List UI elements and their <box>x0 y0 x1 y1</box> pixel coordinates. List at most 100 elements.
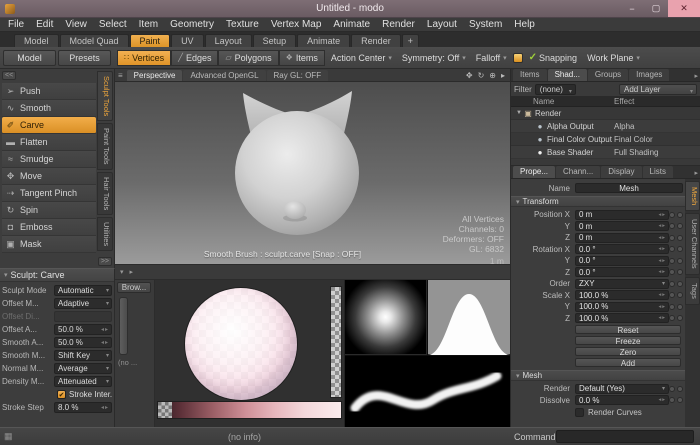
property-field[interactable]: 50.0 % <box>54 324 112 335</box>
layout-tab[interactable]: Model <box>14 34 59 47</box>
channel-field[interactable]: 100.0 % <box>575 302 669 312</box>
menu-item[interactable]: Item <box>133 19 164 30</box>
menu-item[interactable]: Texture <box>220 19 265 30</box>
viewport-menu-icon[interactable]: ≡ <box>118 71 123 80</box>
browser-scrollbar[interactable] <box>119 297 128 355</box>
zoom-icon[interactable]: ⊕ <box>489 71 496 80</box>
component-mode-button[interactable]: ╱ Edges <box>171 50 218 66</box>
shader-tree-row[interactable]: ● Base Shader Full Shading <box>511 146 700 159</box>
channel-field[interactable]: 0.0 ° <box>575 267 669 277</box>
minimize-button[interactable]: − <box>620 0 644 17</box>
channel-mini-buttons[interactable] <box>669 258 683 264</box>
tool-button[interactable]: ↻ Spin <box>2 202 96 219</box>
symmetry-dropdown[interactable]: Symmetry: Off <box>398 50 470 66</box>
layout-tab[interactable]: Animate <box>297 34 350 47</box>
viewport-tab[interactable]: Advanced OpenGL <box>183 70 265 81</box>
layout-tab[interactable]: Paint <box>130 34 171 47</box>
transform-section-header[interactable]: ▾ Transform <box>511 196 685 207</box>
viewport-tab[interactable]: Perspective <box>127 70 183 81</box>
column-header-effect[interactable]: Effect <box>614 97 634 106</box>
work-plane-dropdown[interactable]: Work Plane <box>583 50 644 66</box>
tool-button[interactable]: ≈ Smudge <box>2 151 96 168</box>
brush-stroke-preview[interactable] <box>345 356 510 427</box>
layout-tab[interactable]: Setup <box>253 34 297 47</box>
viewport-more-icon[interactable]: ▸ <box>501 71 505 80</box>
collapse-left-button[interactable]: << <box>2 71 16 80</box>
divider-collapse-icon[interactable]: ▾ <box>120 268 124 276</box>
menu-item[interactable]: Geometry <box>164 19 220 30</box>
right-panel-tab[interactable]: Items <box>513 69 547 81</box>
mesh-section-header[interactable]: ▾ Mesh <box>511 370 685 381</box>
tabs-overflow-icon[interactable]: ▸ <box>694 72 698 80</box>
tool-button[interactable]: ✥ Move <box>2 168 96 185</box>
menu-item[interactable]: Select <box>93 19 133 30</box>
menu-item[interactable]: File <box>2 19 30 30</box>
channel-field[interactable]: 0 m <box>575 233 669 243</box>
browser-button[interactable]: Brow... <box>117 282 151 293</box>
model-button[interactable]: Model <box>3 50 56 66</box>
collapse-right-button[interactable]: >> <box>98 257 112 266</box>
menu-item[interactable]: Edit <box>30 19 59 30</box>
channel-mini-buttons[interactable] <box>669 304 683 310</box>
channel-field[interactable]: 0 m <box>575 221 669 231</box>
layout-tab[interactable]: + <box>402 34 419 47</box>
command-input[interactable] <box>556 430 694 443</box>
transform-action-button[interactable]: Zero <box>575 347 681 357</box>
tool-button[interactable]: ▬ Flatten <box>2 134 96 151</box>
menu-item[interactable]: Layout <box>421 19 463 30</box>
tool-button[interactable]: ∿ Smooth <box>2 100 96 117</box>
channel-mini-buttons[interactable] <box>669 223 683 229</box>
name-field[interactable]: Mesh <box>575 183 683 193</box>
falloff-dropdown[interactable]: Falloff <box>472 50 511 66</box>
viewport-canvas[interactable]: All VerticesChannels: 0Deformers: OFFGL:… <box>115 82 510 264</box>
channel-mini-buttons[interactable] <box>669 281 683 287</box>
tool-button[interactable]: ➢ Push <box>2 83 96 100</box>
tool-properties-header[interactable]: ▾ Sculpt: Carve <box>0 269 114 282</box>
properties-tab[interactable]: Chann... <box>556 166 600 178</box>
right-panel-tab[interactable]: Images <box>629 69 669 81</box>
tool-button[interactable]: ◘ Emboss <box>2 219 96 236</box>
property-field[interactable]: Average <box>54 363 112 374</box>
presets-button[interactable]: Presets <box>58 50 111 66</box>
viewport-tab[interactable]: Ray GL: OFF <box>267 70 329 81</box>
transform-action-button[interactable]: Freeze <box>575 336 681 346</box>
layout-tab[interactable]: Render <box>351 34 401 47</box>
channel-mini-buttons[interactable] <box>669 235 683 241</box>
menu-item[interactable]: Vertex Map <box>265 19 328 30</box>
shader-tree-row[interactable]: ▼ ▣ Render <box>511 107 700 120</box>
channel-field[interactable]: 100.0 % <box>575 290 669 300</box>
channel-field[interactable]: 0.0 ° <box>575 244 669 254</box>
falloff-preset-icon[interactable] <box>513 53 523 63</box>
pan-icon[interactable]: ✥ <box>466 71 473 80</box>
form-category-tab[interactable]: Tags <box>685 277 700 305</box>
form-category-tab[interactable]: Mesh <box>685 181 700 211</box>
channel-mini-buttons[interactable] <box>669 269 683 275</box>
channel-mini-buttons[interactable] <box>669 212 683 218</box>
layout-tab[interactable]: Model Quad <box>60 34 129 47</box>
component-mode-button[interactable]: ❖ Items <box>279 50 325 66</box>
color-wheel[interactable] <box>185 288 297 400</box>
layout-tab[interactable]: Layout <box>205 34 252 47</box>
property-field[interactable]: Stroke Inter... <box>54 389 112 400</box>
property-field[interactable]: 50.0 % <box>54 337 112 348</box>
menu-item[interactable]: System <box>463 19 508 30</box>
properties-tab[interactable]: Lists <box>643 166 673 178</box>
cat-head-model[interactable] <box>207 82 387 247</box>
value-gradient-slider[interactable] <box>157 401 342 419</box>
menu-item[interactable]: Help <box>508 19 541 30</box>
alpha-strip[interactable] <box>330 286 342 398</box>
transform-action-button[interactable]: Reset <box>575 325 681 335</box>
menu-item[interactable]: Render <box>376 19 421 30</box>
form-category-tab[interactable]: User Channels <box>685 213 700 275</box>
tool-category-tab[interactable]: Paint Tools <box>97 123 113 170</box>
menu-item[interactable]: Animate <box>327 19 376 30</box>
add-layer-dropdown[interactable]: Add Layer <box>619 84 697 95</box>
snapping-toggle[interactable]: ✓ Snapping <box>525 52 581 63</box>
rotate-icon[interactable]: ↻ <box>478 71 485 80</box>
channel-field[interactable]: 0.0 % <box>575 395 669 405</box>
brush-profile-preview[interactable] <box>428 280 510 355</box>
channel-field[interactable]: 0 m <box>575 210 669 220</box>
transform-action-button[interactable]: Add <box>575 358 681 368</box>
properties-tabs-overflow-icon[interactable]: ▸ <box>694 169 698 177</box>
channel-mini-buttons[interactable] <box>669 397 683 403</box>
